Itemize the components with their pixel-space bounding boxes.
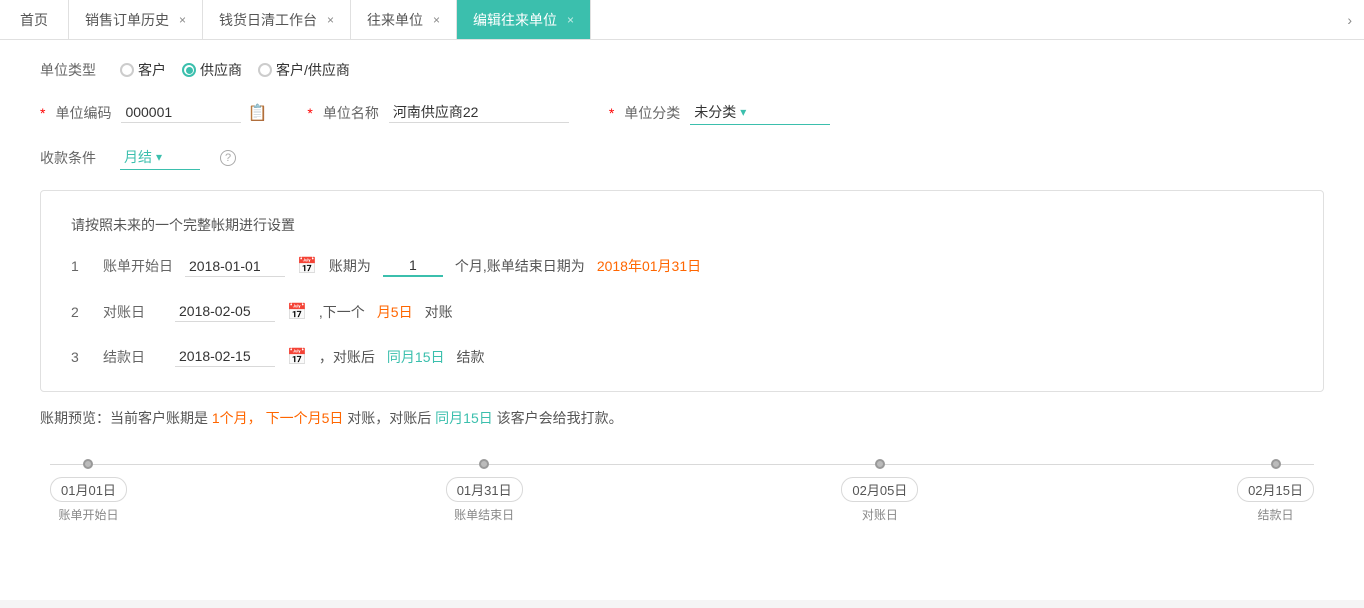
chevron-right-icon: › xyxy=(1347,12,1352,28)
preview-part3: 对账，对账后 xyxy=(347,410,431,426)
help-icon[interactable]: ? xyxy=(220,150,236,166)
chevron-down-icon: ▾ xyxy=(740,105,746,119)
timeline-date-3: 02月15日 xyxy=(1237,477,1314,502)
period-row-1-cal-icon[interactable]: 📅 xyxy=(297,256,317,276)
unit-code-required: * xyxy=(40,105,45,121)
payment-terms-label: 收款条件 xyxy=(40,148,96,168)
tab-close-edit-partner[interactable]: × xyxy=(567,13,574,27)
timeline-dot-2 xyxy=(875,459,885,469)
unit-category-required: * xyxy=(609,105,614,121)
period-row-2-num: 2 xyxy=(71,304,91,320)
timeline-date-2: 02月05日 xyxy=(841,477,918,502)
timeline-label-0: 01月01日 账单开始日 xyxy=(50,477,127,523)
unit-name-group: * 单位名称 xyxy=(307,102,568,123)
timeline-label-3: 02月15日 结款日 xyxy=(1237,477,1314,523)
tab-close-cash-workbench[interactable]: × xyxy=(327,13,334,27)
main-content: 单位类型 客户 供应商 客户/供应商 * 单位编码 📋 * 单位名称 xyxy=(0,40,1364,600)
preview-part2: 下一个月5日 xyxy=(266,410,344,426)
timeline-points: 01月01日 账单开始日 01月31日 账单结束日 02月05日 对账日 xyxy=(50,452,1314,523)
copy-icon[interactable]: 📋 xyxy=(247,103,267,123)
tabs-bar: 首页 销售订单历史 × 钱货日清工作台 × 往来单位 × 编辑往来单位 × › xyxy=(0,0,1364,40)
tab-sales-history[interactable]: 销售订单历史 × xyxy=(69,0,203,39)
period-row-3: 3 结款日 📅 ，对账后 同月15日 结款 xyxy=(71,346,1293,367)
timeline-desc-3: 结款日 xyxy=(1258,506,1294,523)
tab-cash-workbench[interactable]: 钱货日清工作台 × xyxy=(203,0,351,39)
radio-customer-supplier[interactable]: 客户/供应商 xyxy=(258,60,350,80)
period-month-input[interactable] xyxy=(383,255,443,277)
period-row-2-suffix-post: 对账 xyxy=(425,302,453,322)
unit-name-input[interactable] xyxy=(389,102,569,123)
unit-code-group: * 单位编码 📋 xyxy=(40,102,267,123)
period-end-date: 2018年01月31日 xyxy=(597,256,701,276)
timeline-dot-0 xyxy=(83,459,93,469)
timeline-label-1: 01月31日 账单结束日 xyxy=(446,477,523,523)
timeline: 01月01日 账单开始日 01月31日 账单结束日 02月05日 对账日 xyxy=(50,452,1314,523)
tab-close-partner-units[interactable]: × xyxy=(433,13,440,27)
period-row-1-num: 1 xyxy=(71,258,91,274)
tab-partner-units[interactable]: 往来单位 × xyxy=(351,0,457,39)
timeline-date-0: 01月01日 xyxy=(50,477,127,502)
radio-customer[interactable]: 客户 xyxy=(120,60,166,80)
unit-code-label: 单位编码 xyxy=(55,103,111,123)
timeline-desc-0: 账单开始日 xyxy=(58,506,118,523)
radio-circle-supplier xyxy=(182,63,196,77)
period-row-3-highlight: 同月15日 xyxy=(387,347,445,367)
period-row-2-cal-icon[interactable]: 📅 xyxy=(287,302,307,322)
unit-category-group: * 单位分类 未分类 ▾ xyxy=(609,100,830,125)
period-row-3-suffix-post: 结款 xyxy=(457,347,485,367)
unit-type-label: 单位类型 xyxy=(40,60,96,80)
timeline-dot-1 xyxy=(479,459,489,469)
unit-details-row: * 单位编码 📋 * 单位名称 * 单位分类 未分类 ▾ xyxy=(40,100,1324,125)
payment-terms-dropdown[interactable]: 月结 ▾ xyxy=(120,145,200,170)
period-row-2-highlight: 月5日 xyxy=(377,302,413,322)
unit-name-label: 单位名称 xyxy=(323,103,379,123)
period-row-2-date[interactable] xyxy=(175,301,275,322)
radio-circle-customer xyxy=(120,63,134,77)
timeline-desc-1: 账单结束日 xyxy=(454,506,514,523)
period-row-3-cal-icon[interactable]: 📅 xyxy=(287,347,307,367)
preview-text: 账期预览：当前客户账期是 1个月， 下一个月5日 对账，对账后 同月15日 该客… xyxy=(40,408,1324,428)
preview-suffix: 该客户会给我打款。 xyxy=(497,410,623,426)
period-row-3-label: 结款日 xyxy=(103,347,163,367)
tab-more-button[interactable]: › xyxy=(1335,0,1364,39)
period-row-1-prefix: 账期为 xyxy=(329,256,371,276)
timeline-label-2: 02月05日 对账日 xyxy=(841,477,918,523)
tab-home[interactable]: 首页 xyxy=(0,0,69,39)
period-row-3-date[interactable] xyxy=(175,346,275,367)
period-row-3-suffix-pre: ，对账后 xyxy=(319,347,375,367)
period-row-1-label: 账单开始日 xyxy=(103,256,173,276)
unit-category-dropdown[interactable]: 未分类 ▾ xyxy=(690,100,830,125)
tab-close-sales-history[interactable]: × xyxy=(179,13,186,27)
period-row-2-suffix-pre: ,下一个 xyxy=(319,302,365,322)
unit-type-radio-group: 客户 供应商 客户/供应商 xyxy=(120,60,350,80)
period-row-1-date[interactable] xyxy=(185,256,285,277)
period-row-1-suffix-pre: 个月,账单结束日期为 xyxy=(455,256,585,276)
radio-circle-customer-supplier xyxy=(258,63,272,77)
period-row-2: 2 对账日 📅 ,下一个 月5日 对账 xyxy=(71,301,1293,322)
timeline-dot-3 xyxy=(1271,459,1281,469)
period-settings-box: 请按照未来的一个完整帐期进行设置 1 账单开始日 📅 账期为 个月,账单结束日期… xyxy=(40,190,1324,392)
preview-part4: 同月15日 xyxy=(435,410,493,426)
unit-category-value: 未分类 xyxy=(694,102,736,122)
period-row-3-num: 3 xyxy=(71,349,91,365)
payment-terms-row: 收款条件 月结 ▾ ? xyxy=(40,145,1324,170)
period-row-1: 1 账单开始日 📅 账期为 个月,账单结束日期为 2018年01月31日 xyxy=(71,255,1293,277)
period-title: 请按照未来的一个完整帐期进行设置 xyxy=(71,215,1293,235)
unit-category-label: 单位分类 xyxy=(624,103,680,123)
timeline-desc-2: 对账日 xyxy=(862,506,898,523)
unit-type-row: 单位类型 客户 供应商 客户/供应商 xyxy=(40,60,1324,80)
unit-name-required: * xyxy=(307,105,312,121)
unit-code-input[interactable] xyxy=(121,102,241,123)
tab-edit-partner[interactable]: 编辑往来单位 × xyxy=(457,0,591,39)
payment-terms-chevron-icon: ▾ xyxy=(156,150,162,164)
radio-supplier[interactable]: 供应商 xyxy=(182,60,242,80)
payment-terms-value: 月结 xyxy=(124,147,152,167)
timeline-date-1: 01月31日 xyxy=(446,477,523,502)
preview-part1: 1个月， xyxy=(212,410,262,426)
period-row-2-label: 对账日 xyxy=(103,302,163,322)
